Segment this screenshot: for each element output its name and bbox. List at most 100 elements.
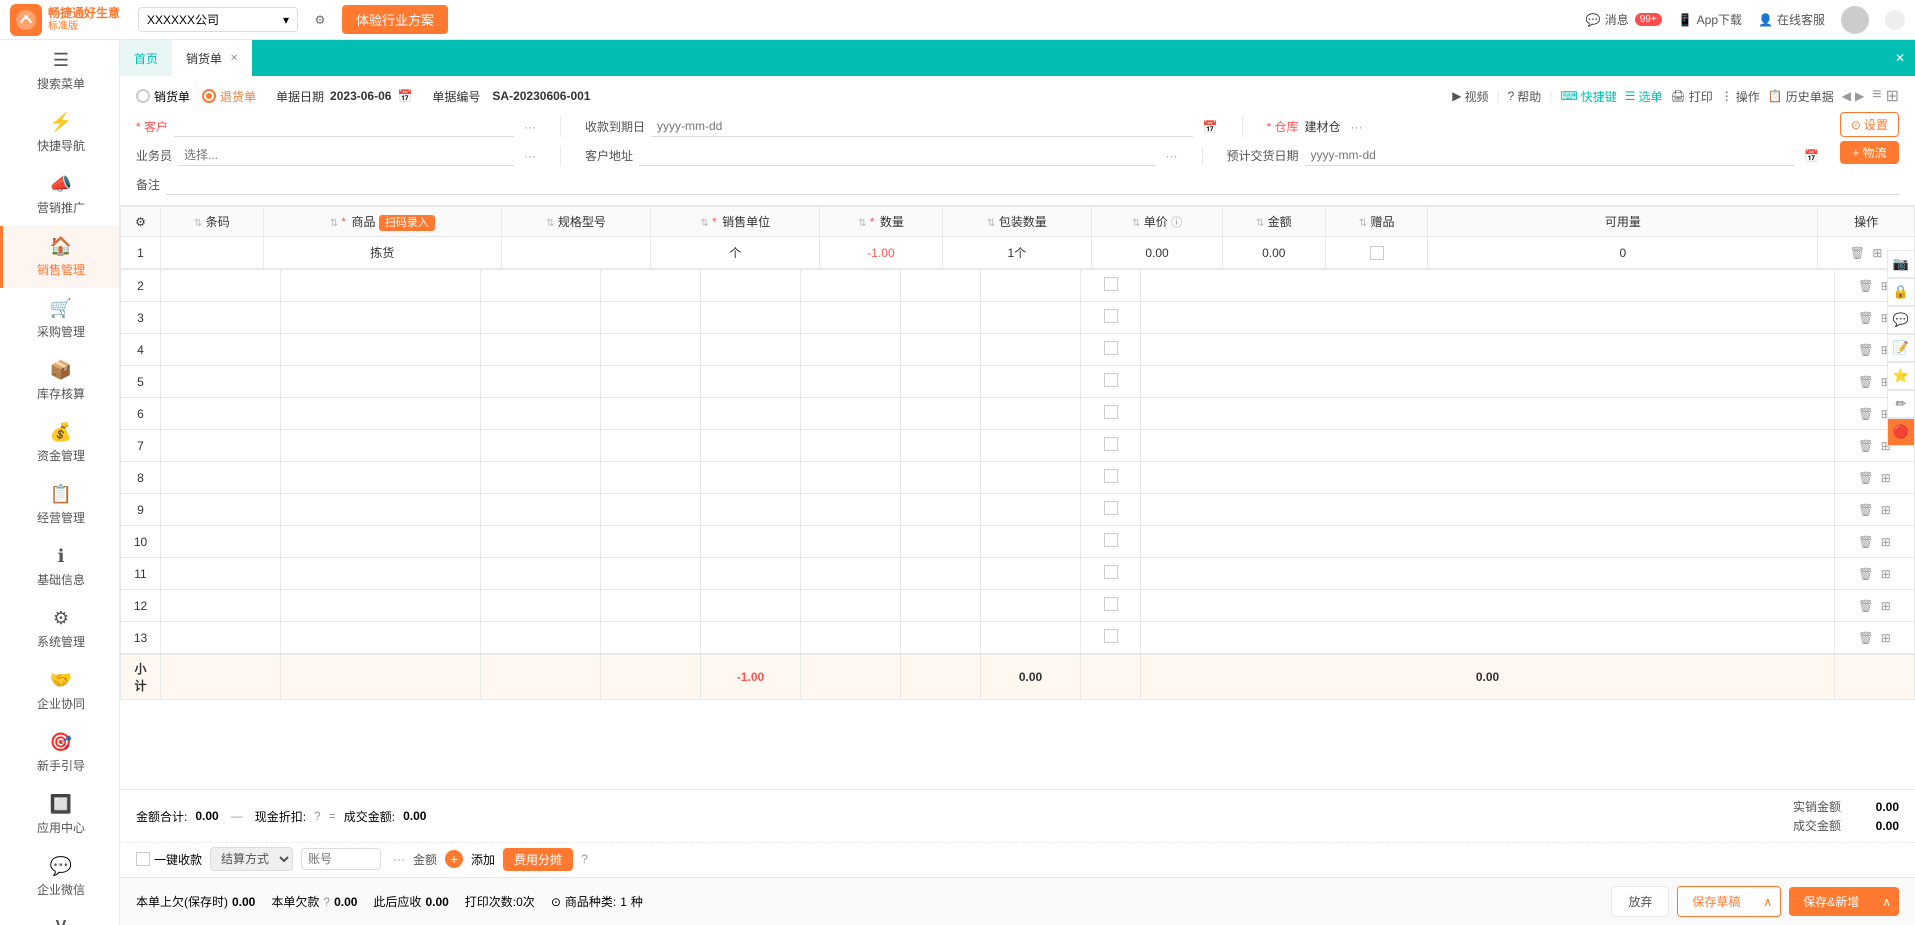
- view-list-button[interactable]: ≡: [1872, 86, 1881, 106]
- gift-checkbox-4[interactable]: [1104, 341, 1118, 355]
- cell-unit-7[interactable]: [601, 430, 701, 462]
- cell-spec-7[interactable]: [481, 430, 601, 462]
- tab-close-icon[interactable]: ✕: [230, 53, 238, 64]
- radio-sales[interactable]: 销货单: [136, 88, 190, 105]
- cell-price-13[interactable]: [901, 622, 981, 654]
- cell-pkg-6[interactable]: [801, 398, 901, 430]
- cell-qty-12[interactable]: [701, 590, 801, 622]
- discard-button[interactable]: 放弃: [1611, 886, 1669, 917]
- message-button[interactable]: 💬 消息 99+: [1586, 11, 1662, 28]
- copy-icon-12[interactable]: ⊞: [1881, 599, 1891, 613]
- settings-icon[interactable]: ⚙: [306, 6, 334, 34]
- add-button[interactable]: +: [445, 850, 463, 868]
- nav-prev-button[interactable]: ◀: [1842, 89, 1851, 103]
- gift-checkbox-2[interactable]: [1104, 277, 1118, 291]
- cell-goods-7[interactable]: [281, 430, 481, 462]
- cell-pkg-8[interactable]: [801, 462, 901, 494]
- cell-gift-10[interactable]: [1081, 526, 1141, 558]
- cell-unit-6[interactable]: [601, 398, 701, 430]
- side-tool-star[interactable]: ⭐: [1887, 362, 1915, 390]
- cell-pkg-5[interactable]: [801, 366, 901, 398]
- cell-pkg-7[interactable]: [801, 430, 901, 462]
- cell-spec-9[interactable]: [481, 494, 601, 526]
- gift-checkbox-1[interactable]: [1370, 246, 1384, 260]
- sidebar-item-quicknav[interactable]: ⚡ 快捷导航: [0, 102, 119, 164]
- cell-amount-5[interactable]: [981, 366, 1081, 398]
- cell-gift-9[interactable]: [1081, 494, 1141, 526]
- action-select[interactable]: ☰ 选单: [1625, 88, 1663, 105]
- cell-goods-1[interactable]: 拣货: [263, 237, 501, 269]
- copy-icon-8[interactable]: ⊞: [1881, 471, 1891, 485]
- cell-unit-11[interactable]: [601, 558, 701, 590]
- sidebar-item-inventory[interactable]: 📦 库存核算: [0, 350, 119, 412]
- cell-amount-3[interactable]: [981, 302, 1081, 334]
- logistics-button[interactable]: + 物流: [1840, 141, 1899, 164]
- account-input[interactable]: [301, 848, 381, 870]
- cell-goods-5[interactable]: [281, 366, 481, 398]
- cell-goods-13[interactable]: [281, 622, 481, 654]
- cell-price-12[interactable]: [901, 590, 981, 622]
- cell-goods-9[interactable]: [281, 494, 481, 526]
- action-history[interactable]: 📋 历史单据: [1768, 88, 1834, 105]
- delete-icon-11[interactable]: 🗑: [1858, 567, 1873, 581]
- cell-pkg-4[interactable]: [801, 334, 901, 366]
- copy-icon-1[interactable]: ⊞: [1872, 246, 1882, 260]
- cell-amount-12[interactable]: [981, 590, 1081, 622]
- goods-type-icon[interactable]: ⊙: [551, 895, 561, 909]
- side-tool-chat[interactable]: 💬: [1887, 306, 1915, 334]
- cell-gift-12[interactable]: [1081, 590, 1141, 622]
- trial-button[interactable]: 体验行业方案: [342, 5, 448, 34]
- cell-amount-2[interactable]: [981, 270, 1081, 302]
- cell-goods-3[interactable]: [281, 302, 481, 334]
- sidebar-item-purchase[interactable]: 🛒 采购管理: [0, 288, 119, 350]
- side-tool-camera[interactable]: 📷: [1887, 250, 1915, 278]
- cell-unit-1[interactable]: 个: [651, 237, 820, 269]
- gift-checkbox-7[interactable]: [1104, 437, 1118, 451]
- cell-qty-7[interactable]: [701, 430, 801, 462]
- cell-amount-7[interactable]: [981, 430, 1081, 462]
- cell-spec-10[interactable]: [481, 526, 601, 558]
- copy-icon-9[interactable]: ⊞: [1881, 503, 1891, 517]
- cell-pkg-1[interactable]: 1个: [942, 237, 1092, 269]
- delete-icon-3[interactable]: 🗑: [1858, 311, 1873, 325]
- cell-goods-6[interactable]: [281, 398, 481, 430]
- cell-gift-6[interactable]: [1081, 398, 1141, 430]
- copy-icon-10[interactable]: ⊞: [1881, 535, 1891, 549]
- cell-unit-10[interactable]: [601, 526, 701, 558]
- cell-price-11[interactable]: [901, 558, 981, 590]
- cell-barcode-11[interactable]: [161, 558, 281, 590]
- radio-return[interactable]: 退货单: [202, 88, 256, 105]
- cell-spec-8[interactable]: [481, 462, 601, 494]
- cell-pkg-13[interactable]: [801, 622, 901, 654]
- one-key-cb-box[interactable]: [136, 852, 150, 866]
- cell-barcode-6[interactable]: [161, 398, 281, 430]
- gift-checkbox-5[interactable]: [1104, 373, 1118, 387]
- cell-goods-12[interactable]: [281, 590, 481, 622]
- sidebar-item-basic[interactable]: ℹ 基础信息: [0, 536, 119, 598]
- tab-home[interactable]: 首页: [120, 40, 172, 76]
- notes-input[interactable]: [166, 174, 1899, 195]
- customer-input[interactable]: [174, 116, 514, 137]
- cell-unit-13[interactable]: [601, 622, 701, 654]
- price-info-icon[interactable]: ⓘ: [1171, 217, 1182, 229]
- save-draft-chevron[interactable]: ∧: [1755, 889, 1780, 915]
- cell-pkg-10[interactable]: [801, 526, 901, 558]
- cell-price-8[interactable]: [901, 462, 981, 494]
- cell-spec-2[interactable]: [481, 270, 601, 302]
- calendar-icon[interactable]: 📅: [397, 89, 412, 103]
- action-operation[interactable]: ⋮ 操作: [1721, 88, 1760, 105]
- gift-checkbox-8[interactable]: [1104, 469, 1118, 483]
- cell-qty-9[interactable]: [701, 494, 801, 526]
- cell-qty-4[interactable]: [701, 334, 801, 366]
- fee-question-icon[interactable]: ?: [581, 852, 588, 866]
- cell-amount-13[interactable]: [981, 622, 1081, 654]
- side-tool-alert[interactable]: 🔴: [1887, 418, 1915, 446]
- cell-amount-4[interactable]: [981, 334, 1081, 366]
- cell-gift-1[interactable]: [1325, 237, 1428, 269]
- delete-icon-6[interactable]: 🗑: [1858, 407, 1873, 421]
- cell-barcode-3[interactable]: [161, 302, 281, 334]
- customer-addr-input[interactable]: [639, 145, 1155, 166]
- cell-barcode-5[interactable]: [161, 366, 281, 398]
- cell-amount-6[interactable]: [981, 398, 1081, 430]
- cell-spec-4[interactable]: [481, 334, 601, 366]
